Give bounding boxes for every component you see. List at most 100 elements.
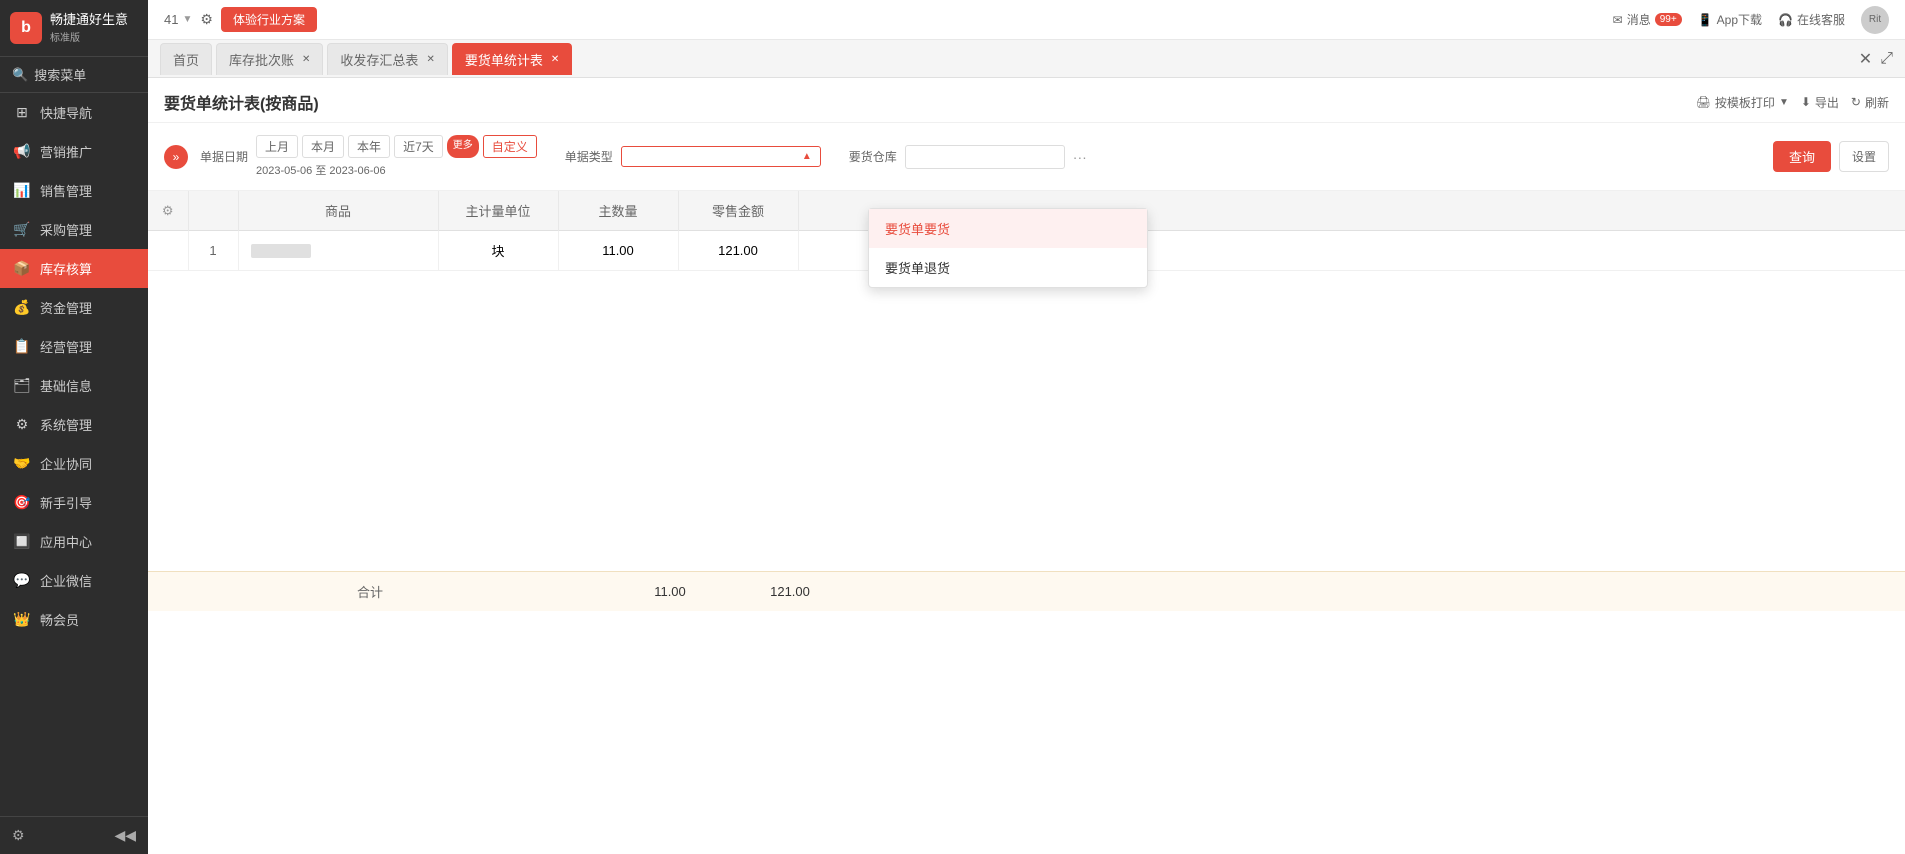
date-more-badge: 更多 [447,135,479,158]
app-download-icon: 📱 [1698,13,1713,27]
header-settings-icon[interactable]: ⚙ [200,11,213,28]
sidebar-nav: ⊞ 快捷导航 📢 营销推广 📊 销售管理 🛒 采购管理 📦 库存核算 💰 资金管… [0,93,148,816]
quick-nav-icon: ⊞ [12,104,32,121]
sidebar-item-label: 销售管理 [40,181,92,200]
sidebar-item-guide[interactable]: 🎯 新手引导 [0,483,148,522]
page-header-actions: 🖨 按模板打印 ▼ ⬇ 导出 ↻ 刷新 [1696,94,1889,111]
messages-badge: 99+ [1655,13,1682,26]
sales-icon: 📊 [12,182,32,199]
date-label: 单据日期 [200,148,248,165]
sidebar-item-enterprise[interactable]: 🤝 企业协同 [0,444,148,483]
date-7days-btn[interactable]: 近7天 [394,135,443,158]
sidebar-item-label: 经营管理 [40,337,92,356]
filter-settings-btn[interactable]: 设置 [1839,141,1889,172]
warehouse-filter-group: 要货仓库 ··· [849,145,1087,169]
print-chevron-icon: ▼ [1779,97,1789,108]
sidebar-item-label: 基础信息 [40,376,92,395]
footer-total-label: 合计 [250,582,490,601]
sidebar-item-label: 企业微信 [40,571,92,590]
print-icon: 🖨 [1696,95,1711,109]
system-icon: ⚙ [12,416,32,433]
sidebar-item-marketing[interactable]: 📢 营销推广 [0,132,148,171]
sidebar-item-basic[interactable]: 🗂 基础信息 [0,366,148,405]
filter-more-btn[interactable]: ··· [1073,149,1087,165]
tab-recv-summary-close[interactable]: ✕ [426,54,434,65]
brand-name: 畅捷通好生意 [50,12,128,29]
warehouse-input[interactable] [905,145,1065,169]
header-right: ✉ 消息 99+ 📱 App下载 🎧 在线客服 Rit [1613,6,1889,34]
refresh-btn[interactable]: ↻ 刷新 [1851,94,1889,111]
tab-order-stats[interactable]: 要货单统计表 ✕ [452,43,572,75]
sidebar-item-label: 企业协同 [40,454,92,473]
row-settings-cell [148,231,188,271]
tab-recv-summary-label: 收发存汇总表 [340,50,418,69]
query-btn[interactable]: 查询 [1773,141,1831,172]
type-input[interactable]: ▲ [621,146,821,167]
sidebar-item-vip[interactable]: 👑 畅会员 [0,600,148,639]
warehouse-label: 要货仓库 [849,148,897,165]
app-download-btn[interactable]: 📱 App下载 [1698,11,1762,28]
sidebar-logo: b 畅捷通好生意 标准版 [0,0,148,57]
dropdown-item-order[interactable]: 要货单要货 [869,209,1147,248]
sidebar-item-finance[interactable]: 💰 资金管理 [0,288,148,327]
inventory-icon: 📦 [12,260,32,277]
tab-inventory-batch-label: 库存批次账 [229,50,294,69]
filter-expand-btn[interactable]: » [164,145,188,169]
page-content: 要货单统计表(按商品) 🖨 按模板打印 ▼ ⬇ 导出 ↻ 刷新 [148,78,1905,854]
main-area: 41 ▼ ⚙ 体验行业方案 ✉ 消息 99+ 📱 App下载 🎧 在线客服 Ri… [148,0,1905,854]
trial-btn[interactable]: 体验行业方案 [221,7,317,32]
sidebar-item-purchase[interactable]: 🛒 采购管理 [0,210,148,249]
sidebar-item-operations[interactable]: 📋 经营管理 [0,327,148,366]
sidebar-item-wecom[interactable]: 💬 企业微信 [0,561,148,600]
date-year-btn[interactable]: 本年 [348,135,390,158]
top-header: 41 ▼ ⚙ 体验行业方案 ✉ 消息 99+ 📱 App下载 🎧 在线客服 Ri… [148,0,1905,40]
type-label: 单据类型 [565,148,613,165]
tab-recv-summary[interactable]: 收发存汇总表 ✕ [327,43,447,75]
print-btn[interactable]: 🖨 按模板打印 ▼ [1696,94,1789,111]
sidebar-item-appstore[interactable]: 🔲 应用中心 [0,522,148,561]
messages-btn[interactable]: ✉ 消息 99+ [1613,11,1682,28]
table-settings-icon[interactable]: ⚙ [162,203,174,218]
sidebar-search[interactable]: 🔍 搜索菜单 [0,57,148,93]
maximize-btn[interactable]: ⤢ [1880,50,1893,68]
sidebar-item-inventory[interactable]: 📦 库存核算 [0,249,148,288]
col-unit: 主计量单位 [438,191,558,231]
dropdown-item-return[interactable]: 要货单退货 [869,248,1147,287]
type-chevron-up-icon: ▲ [802,151,812,162]
sidebar-collapse-btn[interactable]: ◀◀ [114,827,136,844]
sidebar-item-quick-nav[interactable]: ⊞ 快捷导航 [0,93,148,132]
date-custom-btn[interactable]: 自定义 [483,135,537,158]
tab-home-label: 首页 [173,50,199,69]
close-all-btn[interactable]: ✕ [1859,49,1872,69]
header-store[interactable]: 41 ▼ [164,12,192,27]
sidebar-item-label: 资金管理 [40,298,92,317]
sidebar-item-label: 库存核算 [40,259,92,278]
avatar[interactable]: Rit [1861,6,1889,34]
app-logo-icon: b [10,12,42,44]
messages-label: 消息 [1627,11,1651,28]
wecom-icon: 💬 [12,572,32,589]
online-service-btn[interactable]: 🎧 在线客服 [1778,11,1845,28]
online-service-label: 在线客服 [1797,11,1845,28]
sidebar-item-label: 应用中心 [40,532,92,551]
tab-inventory-batch-close[interactable]: ✕ [302,54,310,65]
col-product: 商品 [238,191,438,231]
sidebar-item-label: 系统管理 [40,415,92,434]
export-btn[interactable]: ⬇ 导出 [1801,94,1839,111]
messages-icon: ✉ [1613,13,1623,27]
store-id: 41 [164,12,178,27]
date-cur-btn[interactable]: 本月 [302,135,344,158]
footer-total-quantity: 11.00 [610,584,730,599]
sidebar-settings-btn[interactable]: ⚙ [12,827,25,844]
store-chevron-icon: ▼ [182,14,192,25]
page-title: 要货单统计表(按商品) [164,90,319,114]
sidebar-item-system[interactable]: ⚙ 系统管理 [0,405,148,444]
date-range: 2023-05-06 至 2023-06-06 [256,162,537,178]
filter-area: » 单据日期 上月 本月 本年 近7天 更多 自定义 2023-05-06 至 … [148,123,1905,191]
appstore-icon: 🔲 [12,533,32,550]
date-prev-btn[interactable]: 上月 [256,135,298,158]
sidebar-item-sales[interactable]: 📊 销售管理 [0,171,148,210]
tab-home[interactable]: 首页 [160,43,212,75]
tab-order-stats-close[interactable]: ✕ [551,54,559,65]
tab-inventory-batch[interactable]: 库存批次账 ✕ [216,43,323,75]
